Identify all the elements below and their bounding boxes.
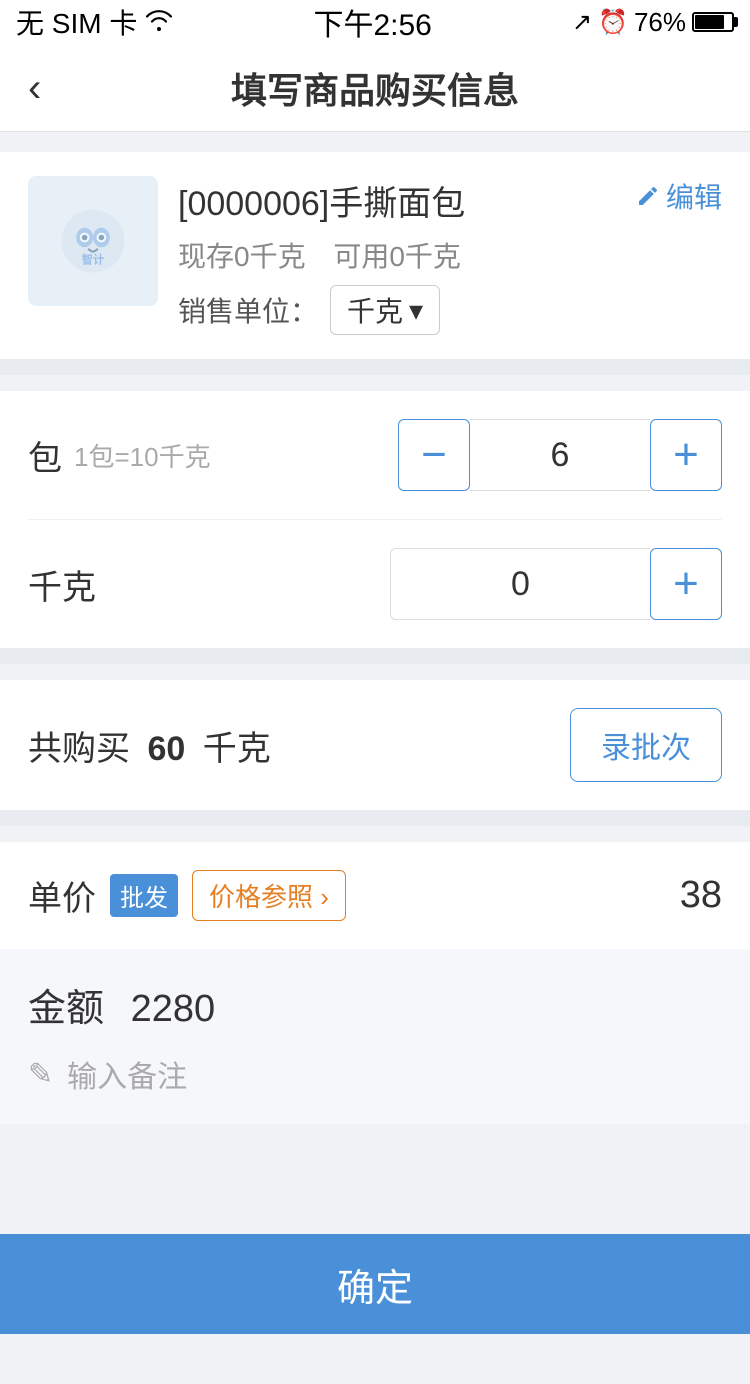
total-amount: 60 [147, 730, 185, 768]
bao-input[interactable] [470, 419, 650, 491]
amount-row: 金额 2280 [28, 977, 722, 1032]
battery-icon [692, 12, 734, 32]
location-icon: ↗ [572, 8, 592, 37]
amount-section: 金额 2280 ✎ 输入备注 [0, 949, 750, 1124]
note-row[interactable]: ✎ 输入备注 [28, 1052, 722, 1096]
product-unit-row: 销售单位： 千克 ▾ [178, 285, 722, 335]
bao-quantity-control: − + [398, 419, 722, 491]
section-divider-1 [0, 359, 750, 375]
price-label-row: 单价 批发 价格参照 › [28, 870, 346, 921]
product-image: 智计 [28, 176, 158, 306]
price-section: 单价 批发 价格参照 › 38 [0, 842, 750, 949]
price-value: 38 [680, 874, 722, 917]
bao-row: 包 1包=10千克 − + [28, 391, 722, 520]
record-batch-button[interactable]: 录批次 [570, 708, 722, 782]
kg-quantity-control: + [390, 548, 722, 620]
edit-label: 编辑 [666, 176, 722, 216]
amount-value: 2280 [131, 988, 216, 1030]
bao-label: 包 [28, 431, 62, 480]
battery-percent: 76% [634, 7, 686, 38]
total-section: 共购买 60 千克 录批次 [0, 680, 750, 810]
confirm-bar[interactable]: 确定 [0, 1234, 750, 1334]
kg-label: 千克 [28, 560, 96, 609]
section-divider-2 [0, 648, 750, 664]
status-time: 下午2:56 [313, 0, 431, 44]
stock-label: 现存0千克 [178, 241, 306, 272]
edit-icon [636, 184, 660, 208]
price-badge: 批发 [110, 874, 178, 917]
note-placeholder: 输入备注 [67, 1052, 187, 1096]
svg-text:智计: 智计 [82, 252, 104, 266]
total-unit: 千克 [203, 730, 271, 768]
available-label: 可用0千克 [333, 241, 461, 272]
quantity-section: 包 1包=10千克 − + 千克 + [0, 391, 750, 648]
edit-button[interactable]: 编辑 [636, 176, 722, 216]
product-logo-icon: 智计 [58, 206, 128, 276]
kg-input[interactable] [390, 548, 650, 620]
bao-hint: 1包=10千克 [74, 437, 211, 474]
unit-select[interactable]: 千克 ▾ [330, 285, 440, 335]
bao-minus-button[interactable]: − [398, 419, 470, 491]
back-button[interactable]: ‹ [28, 68, 41, 108]
kg-label-text: 千克 [28, 560, 96, 609]
carrier-label: 无 SIM 卡 [16, 2, 137, 42]
bao-label-group: 包 1包=10千克 [28, 431, 211, 480]
kg-row: 千克 + [28, 520, 722, 648]
amount-label: 金额 [28, 988, 104, 1030]
status-right: ↗ ⏰ 76% [572, 7, 734, 38]
pencil-icon: ✎ [28, 1057, 53, 1092]
page-title: 填写商品购买信息 [231, 62, 519, 114]
section-divider-3 [0, 810, 750, 826]
price-ref-button[interactable]: 价格参照 › [192, 870, 346, 921]
status-left: 无 SIM 卡 [16, 2, 173, 42]
unit-value: 千克 [347, 290, 403, 330]
wifi-icon [145, 6, 173, 38]
total-label: 共购买 60 千克 [28, 721, 271, 770]
price-label: 单价 [28, 871, 96, 920]
bao-plus-button[interactable]: + [650, 419, 722, 491]
confirm-button[interactable]: 确定 [337, 1257, 413, 1312]
kg-plus-button[interactable]: + [650, 548, 722, 620]
product-stock: 现存0千克 可用0千克 [178, 235, 722, 275]
total-prefix: 共购买 [28, 730, 130, 768]
status-bar: 无 SIM 卡 下午2:56 ↗ ⏰ 76% [0, 0, 750, 44]
product-card: 智计 [0000006]手撕面包 现存0千克 可用0千克 销售单位： 千克 ▾ … [0, 152, 750, 359]
nav-bar: ‹ 填写商品购买信息 [0, 44, 750, 132]
unit-dropdown-icon: ▾ [409, 294, 423, 327]
unit-label: 销售单位： [178, 290, 318, 330]
alarm-icon: ⏰ [598, 8, 628, 37]
